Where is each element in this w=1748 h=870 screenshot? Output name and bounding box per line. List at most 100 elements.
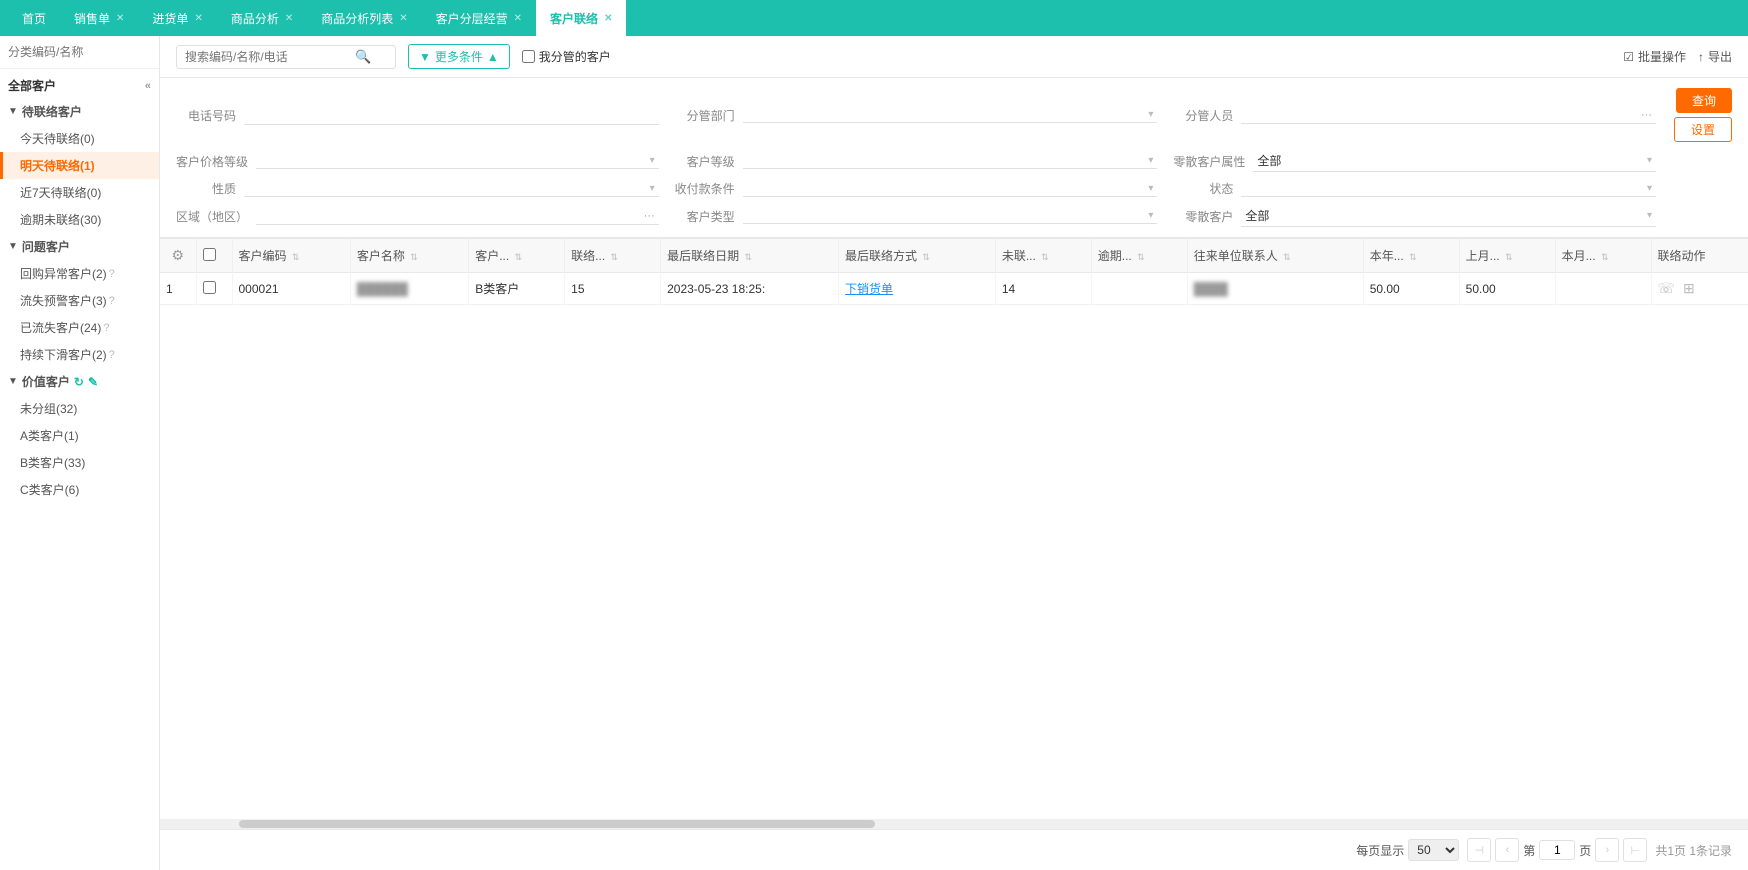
row-checkbox-cell[interactable] <box>196 273 232 305</box>
filter-input-phone[interactable] <box>244 106 659 125</box>
col-not-contacted[interactable]: 未联... ⇅ <box>995 239 1091 273</box>
filter-select-retail-customer[interactable]: 全部 ▾ <box>1241 205 1656 227</box>
more-filters-button[interactable]: ▼ 更多条件 ▲ <box>408 44 510 69</box>
col-customer-code[interactable]: 客户编码 ⇅ <box>232 239 350 273</box>
sidebar-item-week-pending[interactable]: 近7天待联络(0) <box>0 179 159 206</box>
close-icon[interactable]: ✕ <box>514 13 522 24</box>
next-page-button[interactable]: › <box>1595 838 1619 862</box>
horizontal-scrollbar[interactable] <box>160 819 1748 829</box>
filter-select-payment[interactable]: ▾ <box>743 181 1158 197</box>
settings-button[interactable]: 设置 <box>1674 117 1732 142</box>
col-this-month[interactable]: 本月... ⇅ <box>1555 239 1651 273</box>
sidebar-item-tomorrow-pending[interactable]: 明天待联络(1) <box>0 152 159 179</box>
col-settings[interactable]: ⚙ <box>160 239 196 273</box>
col-overdue[interactable]: 逾期... ⇅ <box>1091 239 1187 273</box>
close-icon[interactable]: ✕ <box>194 13 202 24</box>
query-button[interactable]: 查询 <box>1676 88 1732 113</box>
sidebar-item-overdue-contact[interactable]: 逾期未联络(30) <box>0 206 159 233</box>
nav-customer-segmentation[interactable]: 客户分层经营 ✕ <box>422 0 536 36</box>
help-icon[interactable]: ? <box>109 295 115 307</box>
batch-operate-button[interactable]: ☑ 批量操作 <box>1623 48 1686 65</box>
filter-select-customer-level[interactable]: ▾ <box>743 153 1158 169</box>
filter-select-price-level[interactable]: ▾ <box>256 153 659 169</box>
nav-sales-order[interactable]: 销售单 ✕ <box>60 0 138 36</box>
close-icon[interactable]: ✕ <box>399 13 407 24</box>
current-page-input[interactable] <box>1539 840 1575 860</box>
col-customer-name[interactable]: 客户名称 ⇅ <box>350 239 468 273</box>
nav-product-analysis[interactable]: 商品分析 ✕ <box>217 0 307 36</box>
filter-nature: 性质 ▾ <box>176 180 675 197</box>
row-contact-count: 15 <box>565 273 661 305</box>
filter-select-retail-attr[interactable]: 全部 ▾ <box>1253 150 1656 172</box>
arrow-down-icon: ▼ <box>8 106 18 117</box>
settings-icon[interactable]: ⚙ <box>166 247 190 264</box>
filter-select-nature[interactable]: ▾ <box>244 181 659 197</box>
grid-icon[interactable]: ⊞ <box>1683 280 1695 297</box>
sidebar-item-declining[interactable]: 持续下滑客户(2) ? <box>0 341 159 368</box>
sidebar-item-class-c[interactable]: C类客户(6) <box>0 476 159 503</box>
sidebar-group-pending[interactable]: ▼ 待联络客户 <box>0 98 159 125</box>
sidebar-item-churned[interactable]: 已流失客户(24) ? <box>0 314 159 341</box>
my-customers-checkbox-label[interactable]: 我分管的客户 <box>522 48 611 65</box>
row-last-contact-method[interactable]: 下销货单 <box>839 273 996 305</box>
sidebar-group-problem[interactable]: ▼ 问题客户 <box>0 233 159 260</box>
row-checkbox[interactable] <box>203 281 216 294</box>
sidebar-item-today-pending[interactable]: 今天待联络(0) <box>0 125 159 152</box>
first-page-button[interactable]: ⊣ <box>1467 838 1491 862</box>
close-icon[interactable]: ✕ <box>604 13 612 24</box>
sidebar-all-customers[interactable]: 全部客户 « <box>0 69 159 98</box>
select-all-checkbox[interactable] <box>203 248 216 261</box>
my-customers-checkbox[interactable] <box>522 50 535 63</box>
filter-select-status[interactable]: ▾ <box>1241 181 1656 197</box>
search-input[interactable] <box>185 50 355 64</box>
filter-row-2: 客户价格等级 ▾ 客户等级 ▾ 零散客户属性 全部 <box>176 150 1732 172</box>
edit-icon[interactable]: ✎ <box>88 375 98 389</box>
sidebar-item-repurchase-abnormal[interactable]: 回购异常客户(2) ? <box>0 260 159 287</box>
close-icon[interactable]: ✕ <box>285 13 293 24</box>
export-button[interactable]: ↑ 导出 <box>1698 48 1732 65</box>
nav-product-analysis-list[interactable]: 商品分析列表 ✕ <box>307 0 421 36</box>
filter-select-customer-type[interactable]: ▾ <box>743 208 1158 224</box>
col-contacts[interactable]: 往来单位联系人 ⇅ <box>1187 239 1363 273</box>
more-icon[interactable]: ··· <box>1641 109 1652 121</box>
scrollbar-thumb[interactable] <box>239 820 874 828</box>
col-customer-type[interactable]: 客户... ⇅ <box>469 239 565 273</box>
close-icon[interactable]: ✕ <box>116 13 124 24</box>
filter-row-4: 区域（地区） ··· 客户类型 ▾ 零散客户 全部 ▾ <box>176 205 1732 227</box>
arrow-down-icon: ▼ <box>8 376 18 387</box>
col-checkbox[interactable] <box>196 239 232 273</box>
sidebar-item-class-b[interactable]: B类客户(33) <box>0 449 159 476</box>
col-last-contact-method[interactable]: 最后联络方式 ⇅ <box>839 239 996 273</box>
refresh-icon[interactable]: ↻ <box>74 375 84 389</box>
search-icon[interactable]: 🔍 <box>355 49 371 65</box>
help-icon[interactable]: ? <box>109 268 115 280</box>
nav-customer-contact[interactable]: 客户联络 ✕ <box>536 0 626 36</box>
nav-home[interactable]: 首页 <box>8 0 60 36</box>
help-icon[interactable]: ? <box>103 322 109 334</box>
sidebar-group-value[interactable]: ▼ 价值客户 ↻ ✎ <box>0 368 159 395</box>
sidebar-item-class-a[interactable]: A类客户(1) <box>0 422 159 449</box>
col-last-contact-date[interactable]: 最后联络日期 ⇅ <box>661 239 839 273</box>
sidebar-item-churn-warning[interactable]: 流失预警客户(3) ? <box>0 287 159 314</box>
sidebar-search-input[interactable] <box>8 45 160 59</box>
collapse-icon[interactable]: « <box>145 80 151 92</box>
page-size-select[interactable]: 50 10 20 100 200 <box>1408 839 1459 861</box>
row-overdue <box>1091 273 1187 305</box>
sidebar-item-ungrouped[interactable]: 未分组(32) <box>0 395 159 422</box>
last-page-button[interactable]: ⊢ <box>1623 838 1647 862</box>
phone-icon[interactable]: ☏ <box>1658 280 1676 297</box>
col-contact-count[interactable]: 联络... ⇅ <box>565 239 661 273</box>
more-icon[interactable]: ··· <box>644 210 655 222</box>
prev-page-button[interactable]: ‹ <box>1495 838 1519 862</box>
row-last-month: 50.00 <box>1459 273 1555 305</box>
page-size-wrap: 每页显示 50 10 20 100 200 <box>1356 839 1459 861</box>
help-icon[interactable]: ? <box>109 349 115 361</box>
filter-dept: 分管部门 ▾ <box>675 107 1174 124</box>
filter-label-retail-customer: 零散客户 <box>1173 208 1233 225</box>
nav-purchase-order[interactable]: 进货单 ✕ <box>138 0 216 36</box>
export-icon: ↑ <box>1698 50 1704 64</box>
col-last-month[interactable]: 上月... ⇅ <box>1459 239 1555 273</box>
col-this-year[interactable]: 本年... ⇅ <box>1363 239 1459 273</box>
filter-select-dept[interactable]: ▾ <box>743 107 1158 123</box>
filter-actions: 查询 设置 <box>1672 88 1732 142</box>
